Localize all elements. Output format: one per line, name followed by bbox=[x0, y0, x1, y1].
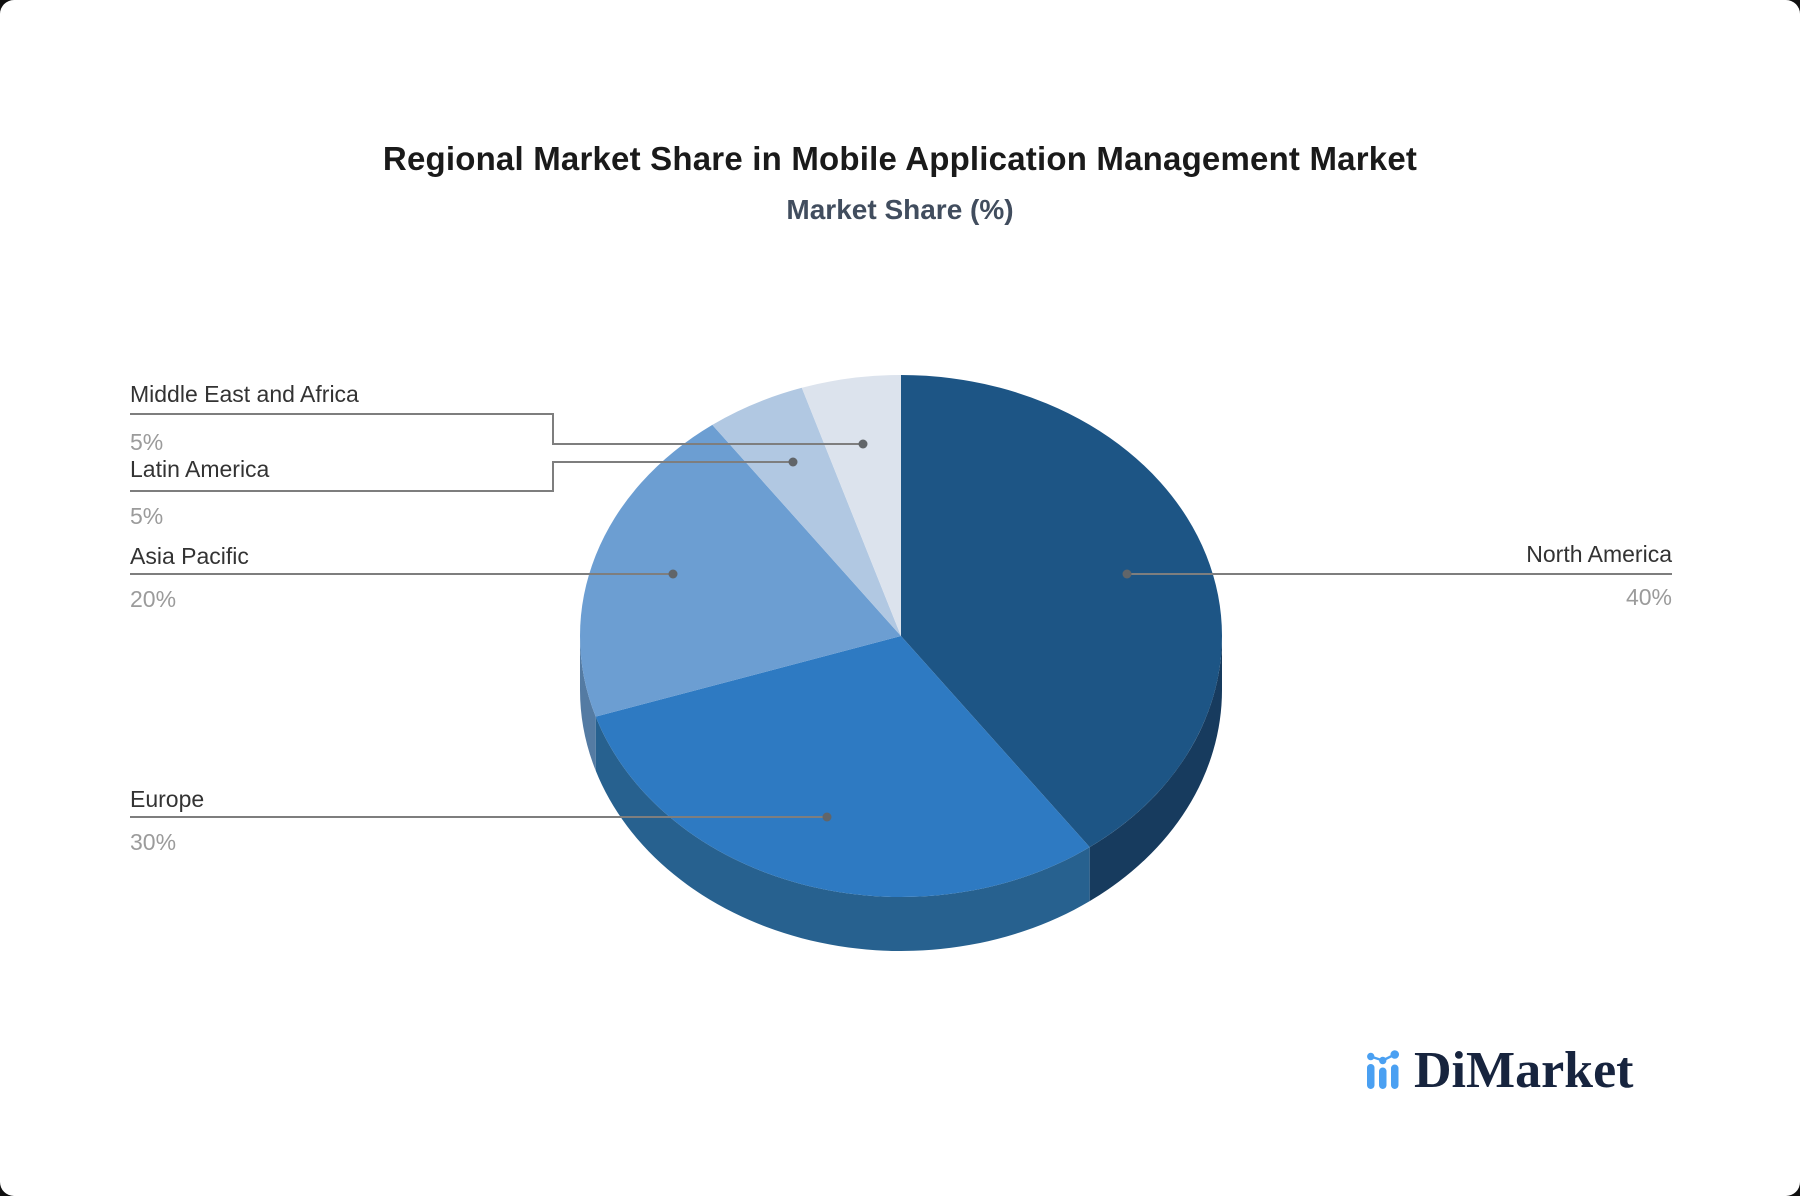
value-latin-america: 5% bbox=[130, 503, 164, 529]
value-europe: 30% bbox=[130, 829, 177, 855]
value-north-america: 40% bbox=[1625, 584, 1672, 610]
value-middle-east-and-africa: 5% bbox=[130, 429, 164, 455]
chart-page: Regional Market Share in Mobile Applicat… bbox=[0, 0, 1800, 1196]
chart-subtitle: Market Share (%) bbox=[786, 194, 1014, 225]
value-asia-pacific: 20% bbox=[130, 586, 177, 612]
logo-bar-1 bbox=[1367, 1064, 1375, 1089]
brand-logo: DiMarket bbox=[1364, 1042, 1633, 1097]
label-north-america: North America bbox=[1526, 541, 1672, 567]
logo-bar-2 bbox=[1379, 1067, 1387, 1089]
brand-logo-text: DiMarket bbox=[1414, 1042, 1634, 1099]
label-middle-east-and-africa: Middle East and Africa bbox=[130, 381, 359, 407]
logo-bar-3 bbox=[1391, 1064, 1399, 1089]
label-europe: Europe bbox=[130, 786, 205, 812]
label-asia-pacific: Asia Pacific bbox=[130, 543, 249, 569]
pie-chart bbox=[130, 375, 1672, 951]
bar-chart-trend-icon bbox=[1367, 1050, 1400, 1089]
chart-title: Regional Market Share in Mobile Applicat… bbox=[382, 140, 1418, 177]
pie-slices bbox=[580, 375, 1222, 897]
label-latin-america: Latin America bbox=[130, 456, 270, 482]
